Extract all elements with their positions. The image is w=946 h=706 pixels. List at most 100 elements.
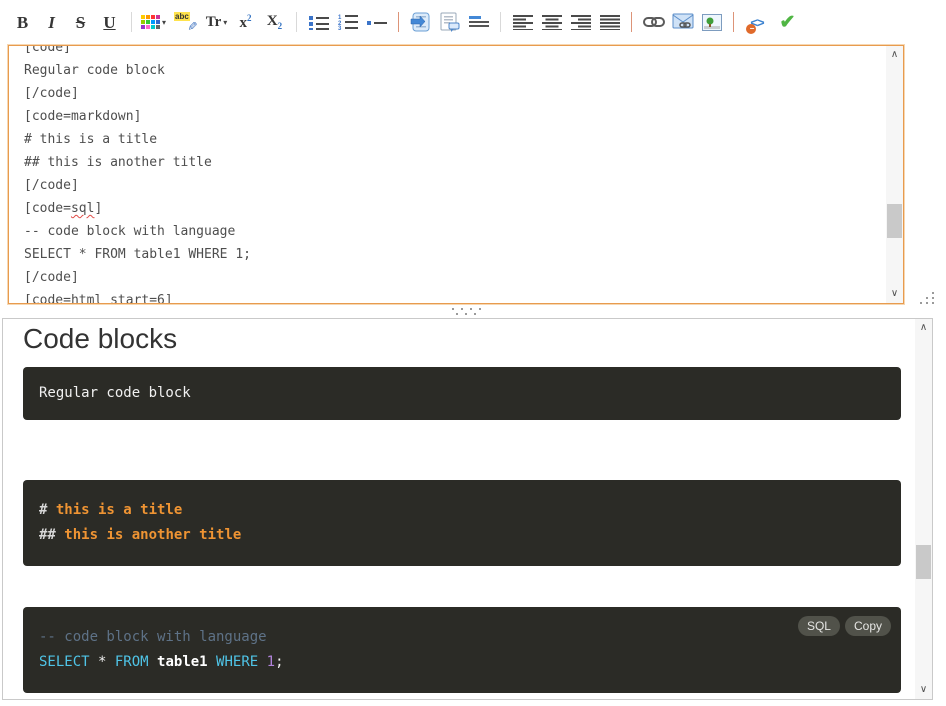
code-block-markdown: # this is a title## this is another titl… [23,480,901,566]
code-line: -- code block with language [39,625,885,650]
code-token: this is a title [56,502,182,518]
insert-email-button[interactable] [668,8,697,36]
toolbar-separator [500,12,501,32]
code-block-button[interactable] [406,8,435,36]
editor-line: [code] [24,45,871,59]
remove-bbcode-button[interactable]: <> − [741,8,773,36]
underline-label: U [103,14,115,31]
code-block-buttons: SQLCopy [798,616,891,636]
code-line: ## this is another title [39,523,885,548]
scroll-down-icon[interactable]: ∨ [915,682,932,698]
editor-line: ## this is another title [24,151,871,174]
superscript-button[interactable]: x2 [231,8,260,36]
editor-line: [/code] [24,266,871,289]
align-right-button[interactable] [566,8,595,36]
code-token: -- code block with language [39,629,267,645]
code-line: Regular code block [39,381,885,406]
editor-line: # this is a title [24,128,871,151]
code-token: SELECT [39,654,90,670]
align-left-icon [513,15,533,30]
editor-line: [/code] [24,82,871,105]
scroll-down-icon[interactable]: ∨ [886,286,903,302]
plain-text-button[interactable] [464,8,493,36]
link-icon [643,16,665,28]
bullet-list-button[interactable] [304,8,333,36]
align-center-icon [542,15,562,30]
scroll-up-icon[interactable]: ∧ [886,47,903,63]
bold-button[interactable]: B [8,8,37,36]
align-justify-button[interactable] [595,8,624,36]
editor-scrollbar[interactable]: ∧ ∨ [886,46,903,303]
code-block-plain: Regular code block [23,367,901,420]
code-token: # [39,502,56,518]
email-icon [672,13,694,31]
align-center-button[interactable] [537,8,566,36]
color-palette-icon [141,15,160,29]
toolbar-separator [733,12,734,32]
align-left-button[interactable] [508,8,537,36]
toolbar-separator [131,12,132,32]
preview-pane: Code blocks Regular code block # this is … [2,318,933,700]
editor-content: [code]Regular code block[/code][code=mar… [9,45,886,304]
italic-label: I [48,14,55,31]
align-justify-icon [600,15,620,30]
code-line: SELECT * FROM table1 WHERE 1; [39,650,885,675]
code-token: this is another title [64,527,241,543]
highlight-icon: abc✎ [174,12,196,32]
minus-badge-icon: − [746,24,756,34]
editor-resize-grip[interactable] [920,292,936,306]
preview-scrollbar[interactable]: ∧ ∨ [915,319,932,699]
copy-button[interactable]: Copy [845,616,891,636]
code-icon [410,12,432,32]
insert-link-button[interactable] [639,8,668,36]
editor-text: sql [71,201,94,216]
svg-text:3: 3 [338,26,342,30]
underline-button[interactable]: U [95,8,124,36]
italic-button[interactable]: I [37,8,66,36]
bullet-list-icon [309,15,329,30]
numbered-list-button[interactable]: 1 2 3 [333,8,362,36]
editor-scrollbar-thumb[interactable] [887,204,902,238]
preview-content: Code blocks Regular code block # this is … [3,319,915,699]
subscript-icon: X2 [267,13,282,31]
editor-line: -- code block with language [24,220,871,243]
scroll-up-icon[interactable]: ∧ [915,320,932,336]
editor-line: SELECT * FROM table1 WHERE 1; [24,243,871,266]
horizontal-rule-icon [367,18,387,26]
strikethrough-button[interactable]: S [66,8,95,36]
chevron-down-icon: ▾ [162,18,166,27]
editor-line: [code=sql] [24,197,871,220]
horizontal-rule-button[interactable] [362,8,391,36]
bold-label: B [17,14,28,31]
code-token [149,654,157,670]
language-badge-button[interactable]: SQL [798,616,840,636]
quote-button[interactable] [435,8,464,36]
pane-splitter[interactable] [0,306,946,317]
preview-scrollbar-thumb[interactable] [916,545,931,579]
editor-line: Regular code block [24,59,871,82]
editor-line: [code=markdown] [24,105,871,128]
code-token [258,654,266,670]
toolbar-separator [296,12,297,32]
editor-line: [/code] [24,174,871,197]
image-icon [702,14,722,31]
text-block-icon [469,15,489,29]
align-right-icon [571,15,591,30]
editor-text: [code= [24,201,71,216]
subscript-button[interactable]: X2 [260,8,289,36]
code-token: ## [39,527,64,543]
font-size-button[interactable]: Tr ▾ [202,8,231,36]
accept-button[interactable]: ✔ [773,8,802,36]
editor-text: [/code] [24,178,79,193]
code-block-sql: SQLCopy -- code block with language SELECT… [23,607,901,693]
code-line: # this is a title [39,498,885,523]
code-token [208,654,216,670]
font-size-label: Tr [206,14,222,31]
preview-title: Code blocks [23,323,915,355]
highlight-button[interactable]: abc✎ [168,8,202,36]
bbcode-source-editor[interactable]: [code]Regular code block[/code][code=mar… [8,45,904,304]
insert-image-button[interactable] [697,8,726,36]
code-token: ; [275,654,283,670]
font-color-button[interactable]: ▾ [139,8,168,36]
code-token: * [90,654,115,670]
